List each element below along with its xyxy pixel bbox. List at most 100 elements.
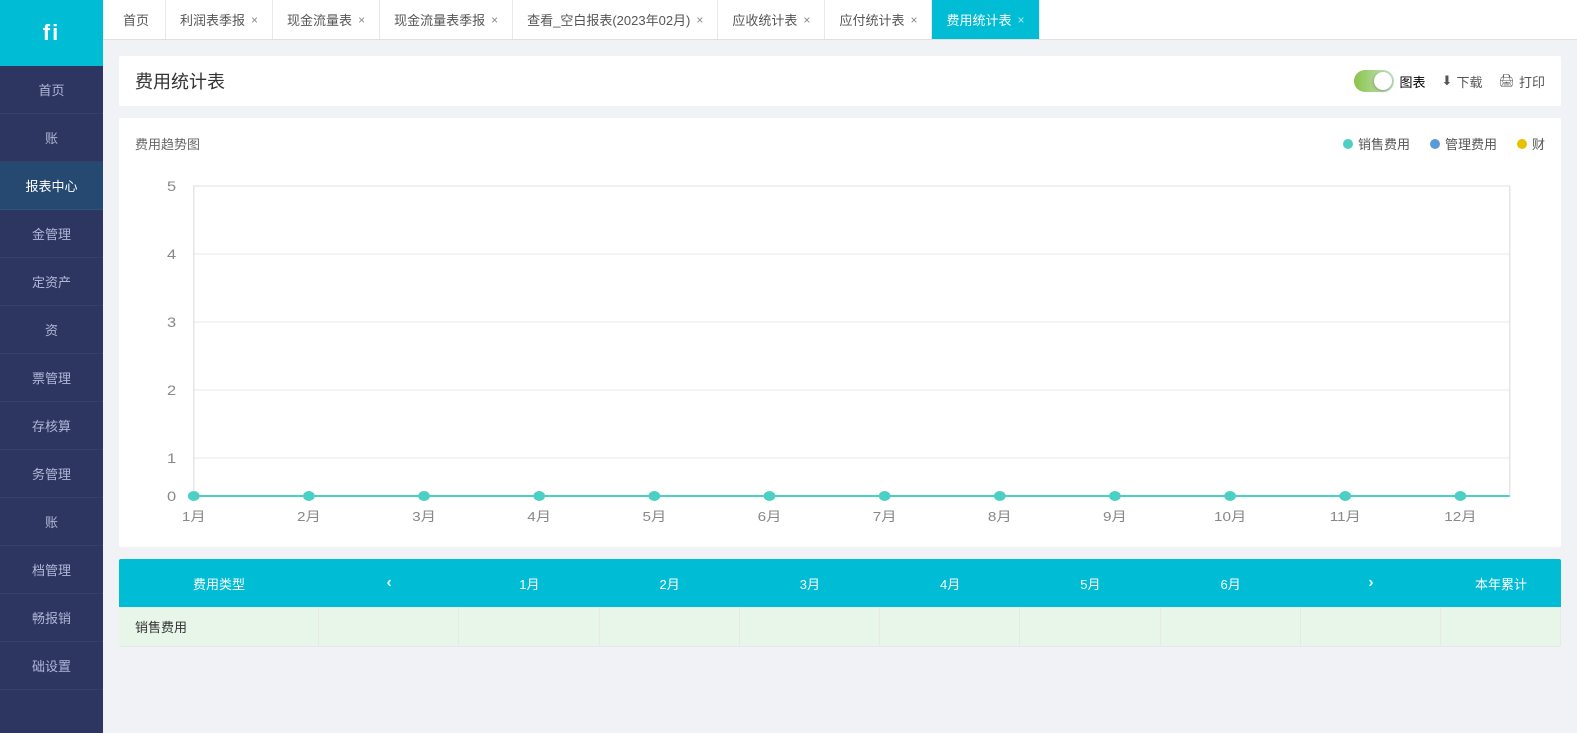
tab-close-expense-stats[interactable]: ×: [1017, 13, 1024, 27]
sidebar-item-capital[interactable]: 资: [0, 306, 103, 354]
table-header-yearly: 本年累计: [1441, 574, 1561, 593]
legend-dot-sales: [1343, 139, 1353, 149]
table-cell-m4: [880, 607, 1020, 646]
tab-close-blank-report[interactable]: ×: [696, 13, 703, 27]
download-button[interactable]: ⬇ 下载: [1442, 72, 1483, 91]
table-header-month3: 3月: [740, 574, 880, 593]
table-header-month5: 5月: [1020, 574, 1160, 593]
chart-header: 费用趋势图 销售费用 管理费用 财: [135, 134, 1545, 153]
tab-close-cashflow[interactable]: ×: [358, 13, 365, 27]
legend-sales: 销售费用: [1343, 134, 1410, 153]
trend-chart-svg: 5 4 3 2 1 0: [135, 161, 1545, 531]
sidebar-item-home[interactable]: 首页: [0, 66, 103, 114]
tab-home[interactable]: 首页: [107, 0, 166, 40]
legend-dot-admin: [1430, 139, 1440, 149]
chart-toggle-label: 图表: [1400, 72, 1426, 91]
tab-close-income-quarter[interactable]: ×: [251, 13, 258, 27]
sidebar-logo: fi: [0, 0, 103, 66]
svg-text:1: 1: [167, 451, 176, 467]
svg-text:4: 4: [167, 247, 177, 263]
table-header-prev[interactable]: ‹: [319, 574, 459, 592]
tab-bar: 首页 利润表季报 × 现金流量表 × 现金流量表季报 × 查看_空白报表(202…: [103, 0, 1577, 40]
sidebar-item-assets[interactable]: 定资产: [0, 258, 103, 306]
content-area: 费用统计表 图表 ⬇ 下载 🖨 打印 费用趋势图: [103, 40, 1577, 733]
sidebar-item-service[interactable]: 务管理: [0, 450, 103, 498]
print-button[interactable]: 🖨 打印: [1498, 72, 1545, 91]
sidebar-item-account[interactable]: 账: [0, 114, 103, 162]
legend-label-sales: 销售费用: [1358, 134, 1410, 153]
chart-title: 费用趋势图: [135, 134, 200, 153]
table-cell-yearly: [1441, 607, 1561, 646]
svg-text:0: 0: [167, 489, 176, 505]
table-header-month1: 1月: [459, 574, 599, 593]
print-icon: 🖨: [1498, 73, 1515, 89]
table-row-sales: 销售费用: [119, 607, 1561, 647]
tab-income-quarter[interactable]: 利润表季报 ×: [166, 0, 273, 40]
next-arrow[interactable]: ›: [1368, 574, 1373, 592]
tab-close-cashflow-quarter[interactable]: ×: [491, 13, 498, 27]
table-header-month2: 2月: [600, 574, 740, 593]
sidebar-item-archive[interactable]: 档管理: [0, 546, 103, 594]
sidebar-item-expense[interactable]: 畅报销: [0, 594, 103, 642]
table-header-next[interactable]: ›: [1301, 574, 1441, 592]
sidebar-item-invoice[interactable]: 票管理: [0, 354, 103, 402]
svg-text:8月: 8月: [988, 510, 1012, 525]
sidebar-item-inventory[interactable]: 存核算: [0, 402, 103, 450]
legend-finance: 财: [1517, 134, 1545, 153]
table-cell-placeholder: [319, 607, 459, 646]
chart-legend: 销售费用 管理费用 财: [1343, 134, 1545, 153]
chart-toggle[interactable]: [1354, 70, 1394, 92]
table-cell-m6: [1161, 607, 1301, 646]
sidebar-item-settings[interactable]: 础设置: [0, 642, 103, 690]
table-cell-m1: [459, 607, 599, 646]
chart-toggle-wrap: 图表: [1354, 70, 1426, 92]
download-icon: ⬇: [1442, 73, 1453, 89]
tab-cashflow-quarter[interactable]: 现金流量表季报 ×: [380, 0, 513, 40]
tab-cashflow[interactable]: 现金流量表 ×: [273, 0, 380, 40]
sidebar-item-ledger[interactable]: 账: [0, 498, 103, 546]
svg-text:12月: 12月: [1444, 510, 1476, 525]
svg-text:9月: 9月: [1103, 510, 1127, 525]
svg-text:11月: 11月: [1330, 510, 1361, 525]
tab-close-receivable[interactable]: ×: [803, 13, 810, 27]
tab-payable[interactable]: 应付统计表 ×: [825, 0, 932, 40]
sidebar-item-fund[interactable]: 金管理: [0, 210, 103, 258]
legend-admin: 管理费用: [1430, 134, 1497, 153]
tab-blank-report[interactable]: 查看_空白报表(2023年02月) ×: [513, 0, 718, 40]
table-cell-next-placeholder: [1301, 607, 1441, 646]
svg-text:10月: 10月: [1214, 510, 1246, 525]
svg-text:5月: 5月: [642, 510, 666, 525]
legend-label-admin: 管理费用: [1445, 134, 1497, 153]
chart-container: 5 4 3 2 1 0: [135, 161, 1545, 531]
chart-section: 费用趋势图 销售费用 管理费用 财: [119, 118, 1561, 547]
tab-expense-stats[interactable]: 费用统计表 ×: [932, 0, 1039, 40]
svg-text:1月: 1月: [182, 510, 206, 525]
svg-text:2月: 2月: [297, 510, 321, 525]
page-header: 费用统计表 图表 ⬇ 下载 🖨 打印: [119, 56, 1561, 106]
table-header-month6: 6月: [1161, 574, 1301, 593]
table-cell-m2: [600, 607, 740, 646]
table-header-month4: 4月: [880, 574, 1020, 593]
table-cell-m5: [1020, 607, 1160, 646]
sidebar: fi 首页 账 报表中心 金管理 定资产 资 票管理 存核算 务管理 账 档管理…: [0, 0, 103, 733]
prev-arrow[interactable]: ‹: [386, 574, 391, 592]
sidebar-item-reports[interactable]: 报表中心: [0, 162, 103, 210]
table-cell-type-sales: 销售费用: [119, 607, 319, 646]
svg-text:7月: 7月: [873, 510, 897, 525]
table-section: 费用类型 ‹ 1月 2月 3月 4月 5月 6月 › 本年累计 销售费用: [119, 559, 1561, 647]
svg-text:5: 5: [167, 179, 176, 195]
tab-close-payable[interactable]: ×: [910, 13, 917, 27]
svg-text:3月: 3月: [412, 510, 436, 525]
legend-label-finance: 财: [1532, 134, 1545, 153]
main-area: 首页 利润表季报 × 现金流量表 × 现金流量表季报 × 查看_空白报表(202…: [103, 0, 1577, 733]
page-title: 费用统计表: [135, 68, 225, 94]
table-header-row: 费用类型 ‹ 1月 2月 3月 4月 5月 6月 › 本年累计: [119, 559, 1561, 607]
svg-text:6月: 6月: [758, 510, 782, 525]
header-actions: 图表 ⬇ 下载 🖨 打印: [1354, 70, 1545, 92]
svg-text:3: 3: [167, 315, 176, 331]
legend-dot-finance: [1517, 139, 1527, 149]
tab-receivable[interactable]: 应收统计表 ×: [718, 0, 825, 40]
table-header-type: 费用类型: [119, 574, 319, 593]
svg-text:4月: 4月: [527, 510, 551, 525]
table-cell-m3: [740, 607, 880, 646]
